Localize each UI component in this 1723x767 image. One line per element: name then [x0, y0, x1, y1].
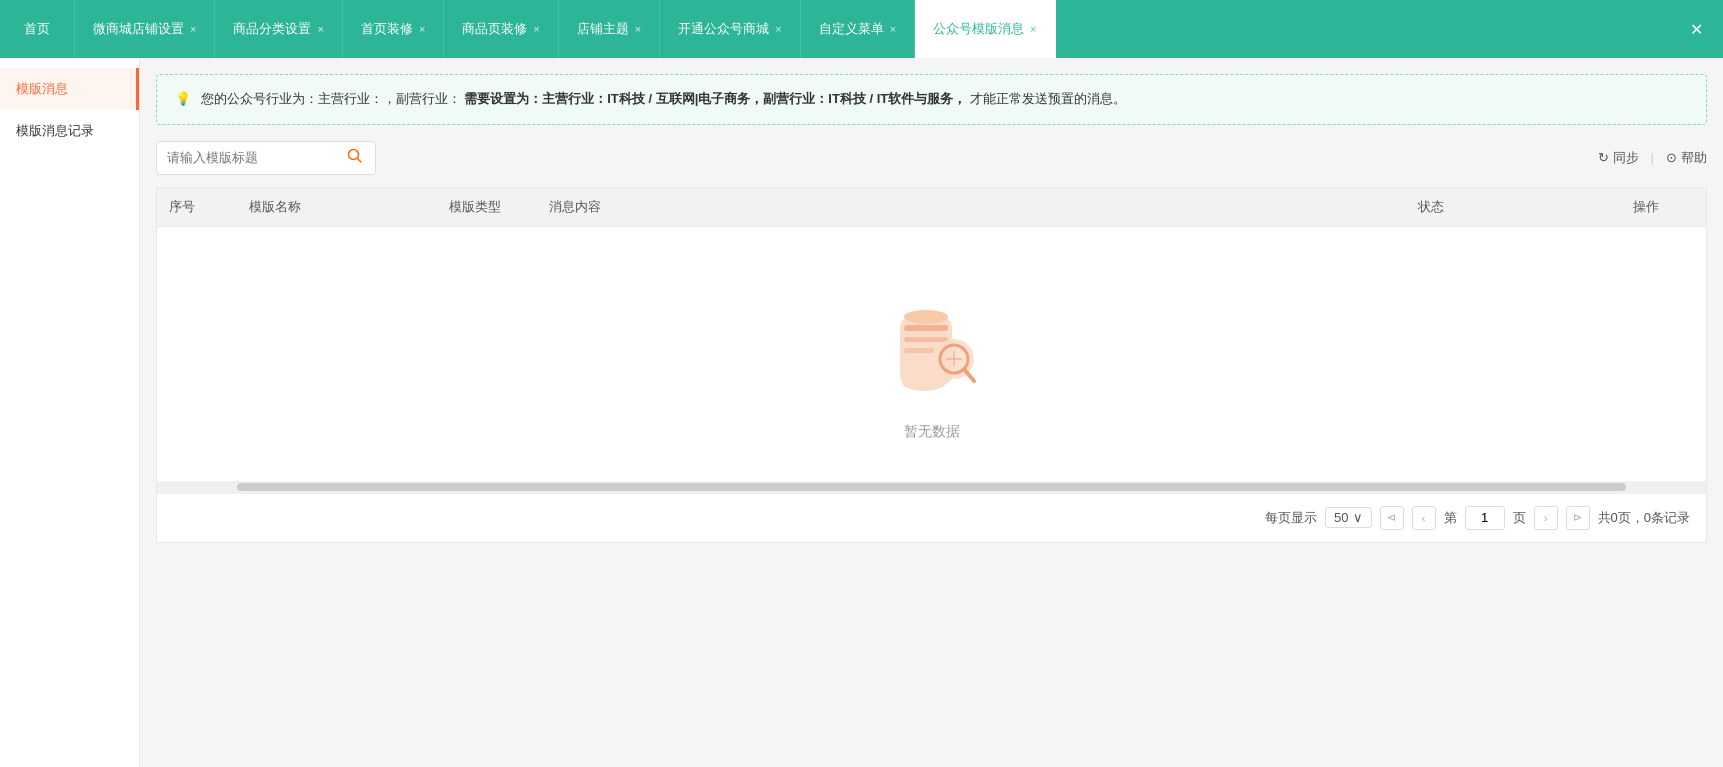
next-page-button[interactable]: ›	[1534, 506, 1558, 530]
tab-shop-theme[interactable]: 店铺主题 ×	[559, 0, 660, 58]
horizontal-scrollbar[interactable]	[157, 481, 1706, 493]
notice-highlight: 需要设置为：主营行业：IT科技 / 互联网|电子商务，副营行业：IT科技 / I…	[464, 91, 966, 106]
svg-rect-5	[904, 337, 948, 342]
tab-home-decor-label: 首页装修	[361, 20, 413, 38]
sidebar-item-template-msg-log-label: 模版消息记录	[16, 123, 94, 138]
search-input[interactable]	[167, 150, 347, 165]
col-header-num: 序号	[157, 188, 237, 226]
empty-illustration	[872, 287, 992, 407]
last-page-button[interactable]: ⊳	[1566, 506, 1590, 530]
col-header-action: 操作	[1586, 188, 1706, 226]
help-circle-icon: ⊙	[1666, 150, 1677, 165]
tab-category-settings[interactable]: 商品分类设置 ×	[215, 0, 342, 58]
tab-shop-theme-label: 店铺主题	[577, 20, 629, 38]
search-icon[interactable]	[347, 148, 363, 167]
col-header-type: 模版类型	[437, 188, 537, 226]
notice-prefix: 您的公众号行业为：主营行业：，副营行业：	[201, 91, 461, 106]
tab-product-decor-close[interactable]: ×	[533, 23, 539, 35]
notice-box: 💡 您的公众号行业为：主营行业：，副营行业： 需要设置为：主营行业：IT科技 /…	[156, 74, 1707, 125]
page-size-select[interactable]: 50 ∨	[1325, 507, 1371, 528]
tab-shop-settings-label: 微商城店铺设置	[93, 20, 184, 38]
help-button[interactable]: ⊙ 帮助	[1666, 149, 1707, 167]
tab-template-msg-close[interactable]: ×	[1030, 23, 1036, 35]
first-page-button[interactable]: ⊲	[1380, 506, 1404, 530]
page-label-pre: 第	[1444, 509, 1457, 527]
tab-template-msg-label: 公众号模版消息	[933, 20, 1024, 38]
sidebar-item-template-msg[interactable]: 模版消息	[0, 68, 139, 110]
tab-category-settings-close[interactable]: ×	[317, 23, 323, 35]
svg-rect-4	[904, 325, 948, 331]
page-size-value: 50	[1334, 510, 1348, 525]
tab-custom-menu-label: 自定义菜单	[819, 20, 884, 38]
notice-suffix: 才能正常发送预置的消息。	[970, 91, 1126, 106]
sidebar: 模版消息 模版消息记录	[0, 58, 140, 767]
table-header: 序号 模版名称 模版类型 消息内容 状态 操作	[157, 188, 1706, 227]
sync-icon: ↻	[1598, 150, 1609, 165]
col-header-status: 状态	[1406, 188, 1586, 226]
tab-custom-menu-close[interactable]: ×	[890, 23, 896, 35]
tab-open-mall-label: 开通公众号商城	[678, 20, 769, 38]
tab-product-decor[interactable]: 商品页装修 ×	[444, 0, 558, 58]
tab-shop-settings-close[interactable]: ×	[190, 23, 196, 35]
tab-product-decor-label: 商品页装修	[462, 20, 527, 38]
pagination: 每页显示 50 ∨ ⊲ ‹ 第 页 › ⊳ 共0页，0条记录	[157, 493, 1706, 542]
tab-shop-settings[interactable]: 微商城店铺设置 ×	[75, 0, 215, 58]
scrollbar-thumb[interactable]	[237, 483, 1626, 491]
content-area: 💡 您的公众号行业为：主营行业：，副营行业： 需要设置为：主营行业：IT科技 /…	[140, 58, 1723, 767]
col-header-name: 模版名称	[237, 188, 437, 226]
svg-line-1	[358, 159, 362, 163]
sync-button[interactable]: ↻ 同步	[1598, 149, 1639, 167]
main-layout: 模版消息 模版消息记录 💡 您的公众号行业为：主营行业：，副营行业： 需要设置为…	[0, 58, 1723, 767]
tab-open-mall-close[interactable]: ×	[775, 23, 781, 35]
top-nav: 首页 微商城店铺设置 × 商品分类设置 × 首页装修 × 商品页装修 × 店铺主…	[0, 0, 1723, 58]
search-input-wrap[interactable]	[156, 141, 376, 175]
page-label-suf: 页	[1513, 509, 1526, 527]
tab-category-settings-label: 商品分类设置	[233, 20, 311, 38]
right-actions: ↻ 同步 | ⊙ 帮助	[1598, 149, 1707, 167]
tab-home-label: 首页	[24, 20, 50, 38]
svg-rect-6	[904, 348, 934, 353]
empty-text: 暂无数据	[904, 423, 960, 441]
sidebar-item-template-msg-label: 模版消息	[16, 81, 68, 96]
empty-state: 暂无数据	[157, 227, 1706, 481]
template-table: 序号 模版名称 模版类型 消息内容 状态 操作	[156, 187, 1707, 543]
tab-shop-theme-close[interactable]: ×	[635, 23, 641, 35]
tab-custom-menu[interactable]: 自定义菜单 ×	[801, 0, 915, 58]
tab-home-decor-close[interactable]: ×	[419, 23, 425, 35]
tab-template-msg[interactable]: 公众号模版消息 ×	[915, 0, 1055, 58]
page-num-input[interactable]	[1465, 506, 1505, 530]
total-info: 共0页，0条记录	[1598, 509, 1690, 527]
sidebar-item-template-msg-log[interactable]: 模版消息记录	[0, 110, 139, 152]
col-header-content: 消息内容	[537, 188, 1406, 226]
sync-label: 同步	[1613, 149, 1639, 167]
notice-icon: 💡	[175, 91, 191, 106]
page-size-label: 每页显示	[1265, 509, 1317, 527]
page-size-dropdown-icon: ∨	[1353, 510, 1363, 525]
close-all-button[interactable]: ✕	[1670, 0, 1723, 58]
help-label: 帮助	[1681, 149, 1707, 167]
svg-point-7	[904, 310, 948, 324]
search-bar: ↻ 同步 | ⊙ 帮助	[156, 141, 1707, 175]
divider: |	[1651, 150, 1654, 165]
prev-page-button[interactable]: ‹	[1412, 506, 1436, 530]
tab-home[interactable]: 首页	[0, 0, 75, 58]
tab-home-decor[interactable]: 首页装修 ×	[343, 0, 444, 58]
tab-open-mall[interactable]: 开通公众号商城 ×	[660, 0, 800, 58]
